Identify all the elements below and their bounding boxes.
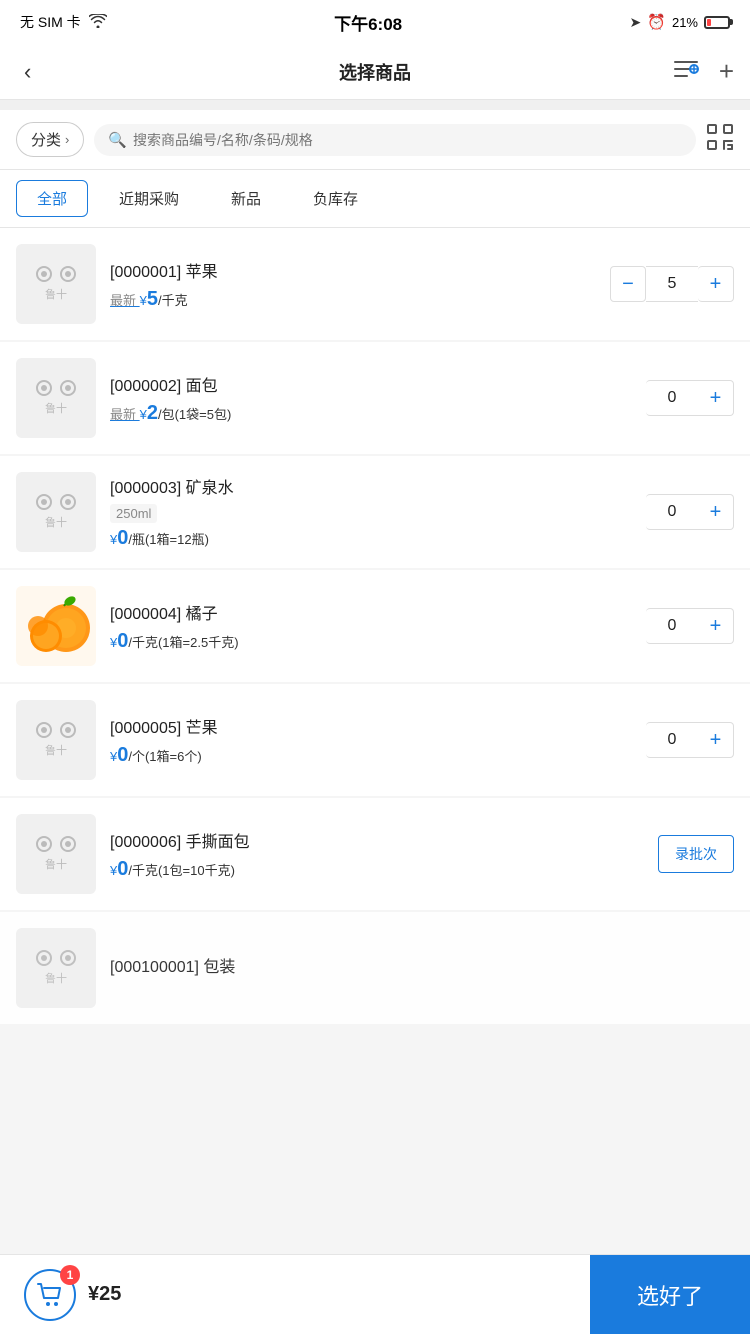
page-title: 选择商品 [339, 59, 411, 85]
quantity-input[interactable] [646, 608, 698, 644]
product-name: [0000004] 橘子 [110, 600, 632, 624]
product-info: [0000004] 橘子 ¥0/千克(1箱=2.5千克) [110, 600, 632, 653]
product-thumbnail [16, 586, 96, 666]
search-box[interactable]: 🔍 [94, 124, 696, 156]
nav-right-actions: + [673, 56, 734, 87]
owl-logo: 鲁十 [16, 928, 96, 1008]
search-input[interactable] [133, 132, 682, 148]
product-info: [0000001] 苹果 最新 ¥5/千克 [110, 258, 596, 311]
divider-1 [0, 100, 750, 110]
tab-all[interactable]: 全部 [16, 180, 88, 217]
list-item: 鲁十 [0000005] 芒果 ¥0/个(1箱=6个) + [0, 684, 750, 796]
scan-icon[interactable] [706, 123, 734, 157]
carrier-text: 无 SIM 卡 [20, 12, 81, 32]
quantity-input[interactable] [646, 266, 698, 302]
product-price: 最新 ¥5/千克 [110, 288, 596, 311]
product-name: [0000006] 手撕面包 [110, 828, 644, 852]
product-price: ¥0/个(1箱=6个) [110, 744, 632, 767]
nav-bar: ‹ 选择商品 + [0, 44, 750, 100]
list-item: 鲁十 [0000006] 手撕面包 ¥0/千克(1包=10千克) 录批次 [0, 798, 750, 910]
cart-total: ¥25 [88, 1283, 121, 1306]
status-time: 下午6:08 [334, 10, 402, 35]
product-name: [0000005] 芒果 [110, 714, 632, 738]
increase-button[interactable]: + [698, 494, 734, 530]
batch-button[interactable]: 录批次 [658, 835, 734, 873]
product-thumbnail: 鲁十 [16, 358, 96, 438]
quantity-input[interactable] [646, 722, 698, 758]
product-list: 鲁十 [0000001] 苹果 最新 ¥5/千克 − + 鲁十 [0, 228, 750, 1024]
cart-icon [36, 1282, 64, 1308]
owl-logo: 鲁十 [16, 472, 96, 552]
owl-logo: 鲁十 [16, 814, 96, 894]
status-left: 无 SIM 卡 [20, 12, 107, 32]
product-thumbnail: 鲁十 [16, 472, 96, 552]
product-info: [0000006] 手撕面包 ¥0/千克(1包=10千克) [110, 828, 644, 881]
increase-button[interactable]: + [698, 722, 734, 758]
quantity-control: + [646, 494, 734, 530]
bottom-bar: 1 ¥25 选好了 [0, 1254, 750, 1334]
list-item: 鲁十 [0000001] 苹果 最新 ¥5/千克 − + [0, 228, 750, 340]
increase-button[interactable]: + [698, 380, 734, 416]
owl-logo: 鲁十 [16, 700, 96, 780]
product-info: [0000002] 面包 最新 ¥2/包(1袋=5包) [110, 372, 632, 425]
status-bar: 无 SIM 卡 下午6:08 ➤ ⏰ 21% [0, 0, 750, 44]
quantity-control: + [646, 380, 734, 416]
list-item: 鲁十 [0000003] 矿泉水 250ml ¥0/瓶(1箱=12瓶) + [0, 456, 750, 568]
decrease-button[interactable]: − [610, 266, 646, 302]
quantity-input[interactable] [646, 380, 698, 416]
product-price: 最新 ¥2/包(1袋=5包) [110, 402, 632, 425]
product-thumbnail: 鲁十 [16, 700, 96, 780]
product-name: [0000002] 面包 [110, 372, 632, 396]
product-thumbnail: 鲁十 [16, 928, 96, 1008]
battery-percent: 21% [672, 15, 698, 30]
quantity-control: + [646, 608, 734, 644]
product-price: ¥0/千克(1包=10千克) [110, 858, 644, 881]
filter-row: 分类 › 🔍 [0, 110, 750, 170]
wifi-icon [89, 14, 107, 31]
category-label: 分类 [31, 129, 61, 150]
increase-button[interactable]: + [698, 608, 734, 644]
battery-icon [704, 16, 730, 29]
location-icon: ➤ [630, 14, 642, 31]
filter-icon[interactable] [673, 58, 699, 86]
product-name: [0000001] 苹果 [110, 258, 596, 282]
tab-recent[interactable]: 近期采购 [98, 180, 200, 217]
orange-image [16, 586, 96, 666]
quantity-control: + [646, 722, 734, 758]
product-thumbnail: 鲁十 [16, 244, 96, 324]
status-right: ➤ ⏰ 21% [630, 13, 730, 31]
cart-icon-button[interactable]: 1 [24, 1269, 76, 1321]
category-button[interactable]: 分类 › [16, 122, 84, 157]
tab-row: 全部 近期采购 新品 负库存 [0, 170, 750, 228]
tab-negative[interactable]: 负库存 [292, 180, 379, 217]
add-icon[interactable]: + [719, 56, 734, 87]
confirm-button[interactable]: 选好了 [590, 1255, 750, 1334]
owl-logo: 鲁十 [16, 358, 96, 438]
product-thumbnail: 鲁十 [16, 814, 96, 894]
owl-logo: 鲁十 [16, 244, 96, 324]
product-price: ¥0/瓶(1箱=12瓶) [110, 527, 632, 550]
product-info: [0000005] 芒果 ¥0/个(1箱=6个) [110, 714, 632, 767]
product-info: [0000003] 矿泉水 250ml ¥0/瓶(1箱=12瓶) [110, 474, 632, 550]
quantity-control: − + [610, 266, 734, 302]
list-item: [0000004] 橘子 ¥0/千克(1箱=2.5千克) + [0, 570, 750, 682]
tab-new[interactable]: 新品 [210, 180, 282, 217]
search-icon: 🔍 [108, 131, 127, 149]
product-price: ¥0/千克(1箱=2.5千克) [110, 630, 632, 653]
cart-area: 1 ¥25 [0, 1269, 590, 1321]
product-spec: 250ml [110, 504, 157, 523]
product-info: [000100001] 包装 [110, 953, 734, 983]
back-button[interactable]: ‹ [16, 51, 39, 93]
product-name: [000100001] 包装 [110, 953, 734, 977]
quantity-input[interactable] [646, 494, 698, 530]
chevron-right-icon: › [65, 132, 69, 147]
cart-badge: 1 [60, 1265, 80, 1285]
list-item: 鲁十 [0000002] 面包 最新 ¥2/包(1袋=5包) + [0, 342, 750, 454]
increase-button[interactable]: + [698, 266, 734, 302]
alarm-icon: ⏰ [647, 13, 666, 31]
product-name: [0000003] 矿泉水 [110, 474, 632, 498]
list-item: 鲁十 [000100001] 包装 [0, 912, 750, 1024]
